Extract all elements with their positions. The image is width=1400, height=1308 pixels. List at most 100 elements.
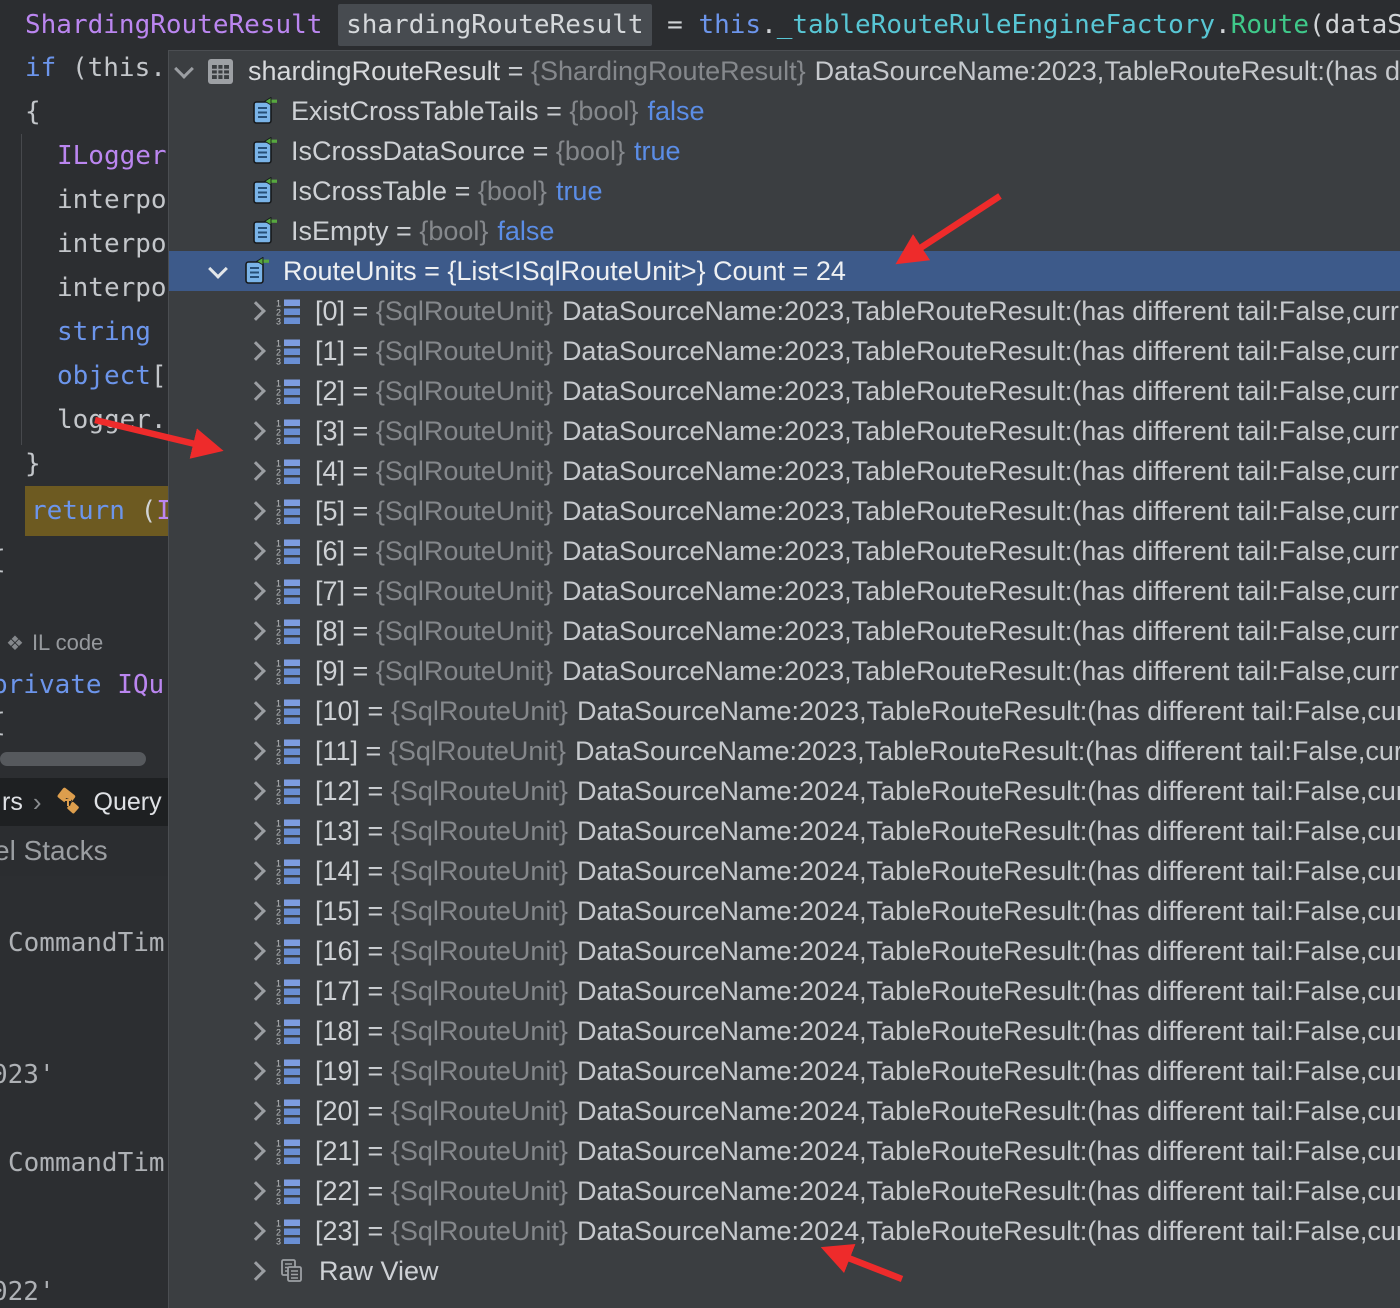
element-value: DataSourceName:2023,TableRouteResult:(ha… bbox=[561, 575, 1400, 606]
tree-item-array-element[interactable]: 1 2 3 [23] = {SqlRouteUnit} DataSourceNam… bbox=[169, 1211, 1400, 1251]
chevron-right-icon[interactable] bbox=[246, 661, 266, 681]
svg-text:3: 3 bbox=[276, 356, 281, 365]
svg-text:3: 3 bbox=[276, 316, 281, 325]
element-type: {SqlRouteUnit} bbox=[375, 535, 553, 566]
tree-item-array-element[interactable]: 1 2 3 [19] = {SqlRouteUnit} DataSourceNam… bbox=[169, 1051, 1400, 1091]
code-line-interpo-2: interpo bbox=[57, 222, 167, 266]
chevron-right-icon[interactable] bbox=[246, 701, 266, 721]
numbered-list-icon: 1 2 3 bbox=[276, 698, 300, 725]
chevron-right-icon[interactable] bbox=[246, 381, 266, 401]
chevron-right-icon[interactable] bbox=[246, 1261, 266, 1281]
code-variable-highlight[interactable]: shardingRouteResult bbox=[338, 4, 652, 46]
chevron-right-icon[interactable] bbox=[246, 741, 266, 761]
tree-item-array-element[interactable]: 1 2 3 [10] = {SqlRouteUnit} DataSourceNam… bbox=[169, 691, 1400, 731]
equals-sign: = bbox=[360, 1175, 391, 1206]
tree-item-array-element[interactable]: 1 2 3 [18] = {SqlRouteUnit} DataSourceNam… bbox=[169, 1011, 1400, 1051]
tree-item-property[interactable]: ExistCrossTableTails = {bool} false bbox=[169, 91, 1400, 131]
chevron-right-icon[interactable] bbox=[246, 541, 266, 561]
tree-item-array-element[interactable]: 1 2 3 [3] = {SqlRouteUnit} DataSourceName… bbox=[169, 411, 1400, 451]
equals-sign: = bbox=[345, 375, 376, 406]
equals-sign: = bbox=[345, 335, 376, 366]
tree-item-routeunits-selected[interactable]: RouteUnits = {List<ISqlRouteUnit>} Count… bbox=[169, 251, 1400, 291]
chevron-down-icon[interactable] bbox=[208, 258, 228, 279]
tree-item-array-element[interactable]: 1 2 3 [17] = {SqlRouteUnit} DataSourceNam… bbox=[169, 971, 1400, 1011]
horizontal-scrollbar[interactable] bbox=[0, 752, 146, 766]
tree-item-array-element[interactable]: 1 2 3 [22] = {SqlRouteUnit} DataSourceNam… bbox=[169, 1171, 1400, 1211]
numbered-list-icon: 1 2 3 bbox=[276, 618, 300, 645]
chevron-right-icon[interactable] bbox=[246, 941, 266, 961]
element-value: DataSourceName:2024,TableRouteResult:(ha… bbox=[576, 1055, 1400, 1086]
element-value: DataSourceName:2024,TableRouteResult:(ha… bbox=[576, 855, 1400, 886]
equals-sign: = bbox=[360, 1215, 391, 1246]
tree-item-array-element[interactable]: 1 2 3 [9] = {SqlRouteUnit} DataSourceName… bbox=[169, 651, 1400, 691]
code-line-string: string bbox=[57, 310, 151, 354]
chevron-right-icon[interactable] bbox=[246, 341, 266, 361]
code-line-if: if (this. bbox=[25, 50, 166, 90]
code-line-private: private IQu bbox=[0, 663, 164, 707]
tree-item-property[interactable]: IsCrossDataSource = {bool} true bbox=[169, 131, 1400, 171]
tree-item-property[interactable]: IsEmpty = {bool} false bbox=[169, 211, 1400, 251]
chevron-right-icon[interactable] bbox=[246, 301, 266, 321]
tree-item-array-element[interactable]: 1 2 3 [0] = {SqlRouteUnit} DataSourceName… bbox=[169, 291, 1400, 331]
svg-text:3: 3 bbox=[276, 676, 281, 685]
tree-item-array-element[interactable]: 1 2 3 [1] = {SqlRouteUnit} DataSourceName… bbox=[169, 331, 1400, 371]
tree-item-array-element[interactable]: 1 2 3 [8] = {SqlRouteUnit} DataSourceName… bbox=[169, 611, 1400, 651]
chevron-right-icon[interactable] bbox=[246, 421, 266, 441]
property-icon bbox=[253, 177, 277, 204]
tree-item-array-element[interactable]: 1 2 3 [5] = {SqlRouteUnit} DataSourceName… bbox=[169, 491, 1400, 531]
chevron-right-icon[interactable] bbox=[246, 981, 266, 1001]
chevron-right-icon[interactable] bbox=[246, 821, 266, 841]
root-name: shardingRouteResult bbox=[248, 55, 501, 86]
chevron-right-icon[interactable] bbox=[246, 1061, 266, 1081]
chevron-down-icon[interactable] bbox=[174, 58, 194, 79]
chevron-right-icon[interactable] bbox=[246, 501, 266, 521]
chevron-right-icon[interactable] bbox=[246, 781, 266, 801]
tree-item-root[interactable]: shardingRouteResult = {ShardingRouteResu… bbox=[169, 51, 1400, 91]
element-index: [12] bbox=[315, 775, 361, 806]
element-type: {SqlRouteUnit} bbox=[388, 735, 566, 766]
chevron-right-icon[interactable] bbox=[246, 1221, 266, 1241]
chevron-right-icon[interactable] bbox=[246, 581, 266, 601]
breadcrumb-item-query[interactable]: Query bbox=[94, 788, 162, 817]
string-keyword: string bbox=[57, 317, 151, 347]
tree-item-array-element[interactable]: 1 2 3 [12] = {SqlRouteUnit} DataSourceNam… bbox=[169, 771, 1400, 811]
chevron-right-icon[interactable] bbox=[246, 901, 266, 921]
chevron-right-icon[interactable] bbox=[246, 621, 266, 641]
parallel-stacks-title: el Stacks bbox=[0, 826, 168, 876]
command-fragment: CommandTim bbox=[8, 928, 165, 958]
chevron-right-icon[interactable] bbox=[246, 1101, 266, 1121]
tree-item-array-element[interactable]: 1 2 3 [16] = {SqlRouteUnit} DataSourceNam… bbox=[169, 931, 1400, 971]
svg-text:3: 3 bbox=[276, 516, 281, 525]
kebab-menu-icon[interactable]: ⋮ bbox=[160, 826, 168, 876]
routeunits-label: RouteUnits = {List<ISqlRouteUnit>} Count… bbox=[283, 255, 846, 286]
tree-item-array-element[interactable]: 1 2 3 [13] = {SqlRouteUnit} DataSourceNam… bbox=[169, 811, 1400, 851]
element-value: DataSourceName:2024,TableRouteResult:(ha… bbox=[576, 1215, 1400, 1246]
numbered-list-icon: 1 2 3 bbox=[276, 778, 300, 805]
il-code-hint[interactable]: ❖ IL code bbox=[6, 621, 103, 665]
chevron-right-icon[interactable] bbox=[246, 1021, 266, 1041]
tree-item-array-element[interactable]: 1 2 3 [15] = {SqlRouteUnit} DataSourceNam… bbox=[169, 891, 1400, 931]
tree-item-array-element[interactable]: 1 2 3 [4] = {SqlRouteUnit} DataSourceName… bbox=[169, 451, 1400, 491]
tree-item-array-element[interactable]: 1 2 3 [14] = {SqlRouteUnit} DataSourceNam… bbox=[169, 851, 1400, 891]
tree-item-raw-view[interactable]: Raw View bbox=[169, 1251, 1400, 1291]
tree-item-array-element[interactable]: 1 2 3 [2] = {SqlRouteUnit} DataSourceName… bbox=[169, 371, 1400, 411]
tree-item-property[interactable]: IsCrossTable = {bool} true bbox=[169, 171, 1400, 211]
chevron-right-icon[interactable] bbox=[246, 861, 266, 881]
equals-sign: = bbox=[500, 55, 531, 86]
breadcrumb-item-clipped[interactable]: rs bbox=[2, 788, 23, 817]
chevron-right-icon[interactable] bbox=[246, 461, 266, 481]
element-type: {SqlRouteUnit} bbox=[390, 1135, 568, 1166]
editor-current-code-line: ShardingRouteResult shardingRouteResult … bbox=[0, 0, 1400, 50]
logger-token: logger. bbox=[57, 405, 167, 435]
svg-text:3: 3 bbox=[276, 876, 281, 885]
tree-item-array-element[interactable]: 1 2 3 [6] = {SqlRouteUnit} DataSourceName… bbox=[169, 531, 1400, 571]
element-index: [9] bbox=[315, 655, 346, 686]
chevron-right-icon[interactable] bbox=[246, 1181, 266, 1201]
equals-sign: = bbox=[345, 575, 376, 606]
element-type: {SqlRouteUnit} bbox=[390, 975, 568, 1006]
tree-item-array-element[interactable]: 1 2 3 [21] = {SqlRouteUnit} DataSourceNam… bbox=[169, 1131, 1400, 1171]
tree-item-array-element[interactable]: 1 2 3 [11] = {SqlRouteUnit} DataSourceNam… bbox=[169, 731, 1400, 771]
tree-item-array-element[interactable]: 1 2 3 [7] = {SqlRouteUnit} DataSourceName… bbox=[169, 571, 1400, 611]
tree-item-array-element[interactable]: 1 2 3 [20] = {SqlRouteUnit} DataSourceNam… bbox=[169, 1091, 1400, 1131]
chevron-right-icon[interactable] bbox=[246, 1141, 266, 1161]
